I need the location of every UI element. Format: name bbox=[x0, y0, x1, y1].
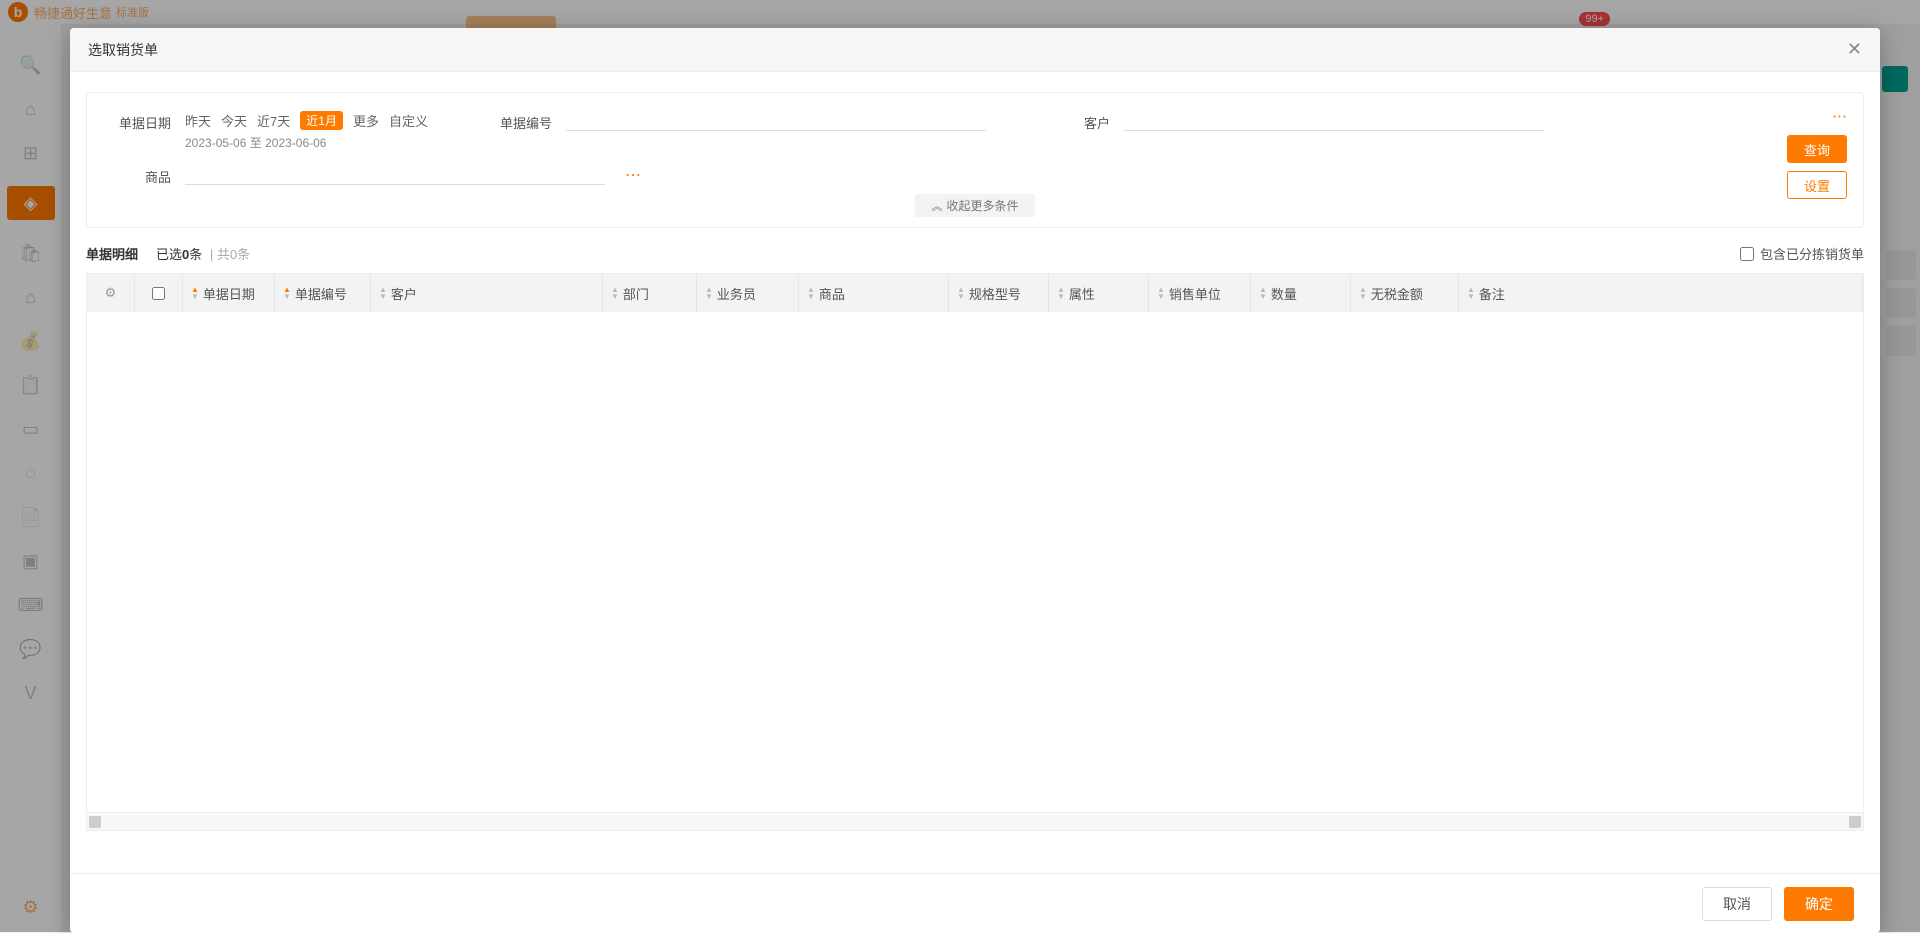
col-note[interactable]: ▲▼备注 bbox=[1459, 274, 1863, 312]
col-date-label: 单据日期 bbox=[203, 284, 255, 303]
collapse-filters-toggle[interactable]: ︽ 收起更多条件 bbox=[915, 194, 1035, 217]
col-docno-label: 单据编号 bbox=[295, 284, 347, 303]
collapse-label: 收起更多条件 bbox=[946, 199, 1018, 213]
customer-filter: 客户 bbox=[1046, 111, 1544, 132]
col-product-label: 商品 bbox=[819, 284, 845, 303]
date-from: 2023-05-06 bbox=[185, 136, 246, 150]
chevron-up-icon: ︽ bbox=[931, 201, 942, 213]
customer-input[interactable] bbox=[1124, 111, 1544, 131]
col-salesman[interactable]: ▲▼业务员 bbox=[697, 274, 799, 312]
date-to: 2023-06-06 bbox=[265, 136, 326, 150]
col-qty[interactable]: ▲▼数量 bbox=[1251, 274, 1351, 312]
select-sales-order-modal: 选取销货单 ✕ ⋯ 查询 设置 单据日期 昨天 今天 近7天 近1月 bbox=[70, 28, 1880, 933]
col-spec-label: 规格型号 bbox=[969, 284, 1021, 303]
close-icon[interactable]: ✕ bbox=[1847, 39, 1862, 60]
settings-button[interactable]: 设置 bbox=[1787, 171, 1847, 199]
ok-button[interactable]: 确定 bbox=[1784, 887, 1854, 921]
col-select-all[interactable] bbox=[135, 274, 183, 312]
col-dept-label: 部门 bbox=[623, 284, 649, 303]
product-picker-icon[interactable]: ⋯ bbox=[625, 165, 641, 185]
col-qty-label: 数量 bbox=[1271, 284, 1297, 303]
results-table: ⚙ ▲▼单据日期 ▲▼单据编号 ▲▼客户 ▲▼部门 ▲▼业务员 ▲▼商品 ▲▼规… bbox=[86, 273, 1864, 813]
col-date[interactable]: ▲▼单据日期 bbox=[183, 274, 275, 312]
col-unit-label: 销售单位 bbox=[1169, 284, 1221, 303]
filter-row-2: 商品 ⋯ bbox=[107, 165, 1843, 186]
query-button[interactable]: 查询 bbox=[1787, 135, 1847, 163]
product-filter: 商品 ⋯ bbox=[107, 165, 641, 186]
date-opt-custom[interactable]: 自定义 bbox=[389, 111, 428, 130]
filter-row-1: 单据日期 昨天 今天 近7天 近1月 更多 自定义 2023-05-06 至 bbox=[107, 111, 1843, 151]
table-header: ⚙ ▲▼单据日期 ▲▼单据编号 ▲▼客户 ▲▼部门 ▲▼业务员 ▲▼商品 ▲▼规… bbox=[87, 274, 1863, 312]
modal-header: 选取销货单 ✕ bbox=[70, 28, 1880, 72]
col-salesman-label: 业务员 bbox=[717, 284, 756, 303]
col-amount[interactable]: ▲▼无税金额 bbox=[1351, 274, 1459, 312]
detail-title: 单据明细 bbox=[86, 244, 138, 263]
col-customer-label: 客户 bbox=[391, 284, 417, 303]
modal-body: ⋯ 查询 设置 单据日期 昨天 今天 近7天 近1月 更多 自定义 bbox=[70, 72, 1880, 873]
date-filter: 单据日期 昨天 今天 近7天 近1月 更多 自定义 2023-05-06 至 bbox=[107, 111, 428, 151]
filter-panel: ⋯ 查询 设置 单据日期 昨天 今天 近7天 近1月 更多 自定义 bbox=[86, 92, 1864, 228]
col-product[interactable]: ▲▼商品 bbox=[799, 274, 949, 312]
cancel-button[interactable]: 取消 bbox=[1702, 887, 1772, 921]
total-text: 共0条 bbox=[217, 247, 250, 262]
filter-action-column: ⋯ 查询 设置 bbox=[1787, 107, 1847, 199]
filter-more-icon[interactable]: ⋯ bbox=[1787, 107, 1847, 125]
date-range-display: 2023-05-06 至 2023-06-06 bbox=[185, 134, 428, 151]
total-count: | 共0条 bbox=[206, 244, 250, 263]
docno-label: 单据编号 bbox=[488, 111, 552, 132]
table-body-empty bbox=[87, 312, 1863, 812]
col-note-label: 备注 bbox=[1479, 284, 1505, 303]
col-unit[interactable]: ▲▼销售单位 bbox=[1149, 274, 1251, 312]
date-opt-1m[interactable]: 近1月 bbox=[300, 111, 343, 130]
col-spec[interactable]: ▲▼规格型号 bbox=[949, 274, 1049, 312]
date-opt-more[interactable]: 更多 bbox=[353, 111, 379, 130]
include-dispatched-toggle: 包含已分拣销货单 bbox=[1740, 244, 1864, 263]
scroll-right-icon[interactable] bbox=[1849, 816, 1861, 828]
modal-title: 选取销货单 bbox=[88, 40, 158, 60]
col-amount-label: 无税金额 bbox=[1371, 284, 1423, 303]
date-label: 单据日期 bbox=[107, 111, 171, 132]
col-docno[interactable]: ▲▼单据编号 bbox=[275, 274, 371, 312]
date-opt-yesterday[interactable]: 昨天 bbox=[185, 111, 211, 130]
col-dept[interactable]: ▲▼部门 bbox=[603, 274, 697, 312]
selected-count: 已选0条 bbox=[156, 244, 202, 263]
col-settings[interactable]: ⚙ bbox=[87, 274, 135, 312]
scroll-left-icon[interactable] bbox=[89, 816, 101, 828]
include-dispatched-label: 包含已分拣销货单 bbox=[1760, 244, 1864, 263]
horizontal-scrollbar[interactable] bbox=[86, 813, 1864, 831]
docno-filter: 单据编号 bbox=[488, 111, 986, 132]
date-opt-7d[interactable]: 近7天 bbox=[257, 111, 290, 130]
modal-footer: 取消 确定 bbox=[70, 873, 1880, 933]
date-opt-today[interactable]: 今天 bbox=[221, 111, 247, 130]
select-all-checkbox[interactable] bbox=[152, 287, 165, 300]
selected-prefix: 已选 bbox=[156, 247, 182, 262]
col-customer[interactable]: ▲▼客户 bbox=[371, 274, 603, 312]
product-label: 商品 bbox=[107, 165, 171, 186]
include-dispatched-checkbox[interactable] bbox=[1740, 247, 1754, 261]
product-input[interactable] bbox=[185, 165, 605, 185]
col-attr[interactable]: ▲▼属性 bbox=[1049, 274, 1149, 312]
col-attr-label: 属性 bbox=[1069, 284, 1095, 303]
customer-label: 客户 bbox=[1046, 111, 1110, 132]
date-sep: 至 bbox=[250, 136, 262, 150]
date-quick-options: 昨天 今天 近7天 近1月 更多 自定义 bbox=[185, 111, 428, 130]
list-header-bar: 单据明细 已选0条 | 共0条 包含已分拣销货单 bbox=[86, 244, 1864, 263]
selected-suffix: 条 bbox=[189, 247, 202, 262]
docno-input[interactable] bbox=[566, 111, 986, 131]
